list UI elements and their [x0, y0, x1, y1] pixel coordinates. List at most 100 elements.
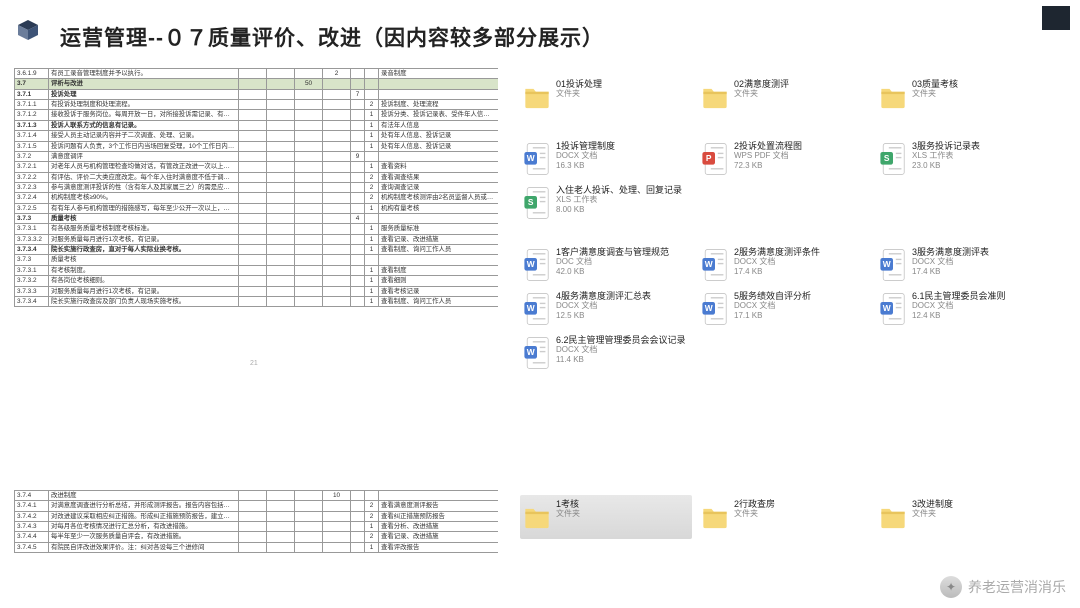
table-cell: [323, 542, 351, 552]
file-type: XLS 工作表: [556, 195, 682, 204]
table-cell: 1: [365, 224, 379, 234]
table-cell: [365, 255, 379, 265]
table-cell: 1: [365, 203, 379, 213]
file-type: DOCX 文档: [556, 301, 651, 310]
file-type: XLS 工作表: [912, 151, 980, 160]
table-cell: 1: [365, 141, 379, 151]
file-item[interactable]: P2投诉处置流程图WPS PDF 文档72.3 KB: [698, 137, 870, 181]
table-cell: 查看制度: [379, 265, 499, 275]
table-cell: [323, 276, 351, 286]
table-cell: [351, 234, 365, 244]
table-cell: [295, 120, 323, 130]
file-icon: W: [522, 141, 552, 177]
table-cell: 对老年人员与机构管理检查均做对话，有管改正改进一次以上，有记录。: [49, 162, 239, 172]
table-row: 3.7.2.3参与满意度测评投诉的性（含有年人及其家属三之）的需是应比例过≥65…: [15, 182, 499, 192]
file-type: 文件夹: [556, 89, 602, 98]
file-item[interactable]: S入住老人投诉、处理、回复记录XLS 工作表8.00 KB: [520, 181, 692, 225]
table-row: 3.7.1.2接收投诉于服务岗位。每周开放一日，对所接投诉需记录、有记录。1投诉…: [15, 110, 499, 120]
table-cell: 3.7.4.1: [15, 501, 49, 511]
table-cell: [295, 234, 323, 244]
table-cell: 3.7.1.5: [15, 141, 49, 151]
table-cell: 7: [351, 89, 365, 99]
folder-item[interactable]: 01投诉处理文件夹: [520, 75, 692, 119]
file-item[interactable]: W2服务满意度测评条件DOCX 文档17.4 KB: [698, 243, 870, 287]
table-cell: [323, 89, 351, 99]
table-cell: [239, 162, 267, 172]
table-cell: [323, 255, 351, 265]
table-cell: [295, 542, 323, 552]
table-cell: [239, 214, 267, 224]
table-cell: 3.6.1.9: [15, 69, 49, 79]
table-cell: 投诉人联系方式的信息有记录。: [49, 120, 239, 130]
table-cell: [239, 491, 267, 501]
file-type: DOCX 文档: [556, 151, 615, 160]
file-size: 8.00 KB: [556, 205, 682, 214]
table-cell: 接收投诉于服务岗位。每周开放一日，对所接投诉需记录、有记录。: [49, 110, 239, 120]
table-row: 3.7.1.3投诉人联系方式的信息有记录。1有法年人信息: [15, 120, 499, 130]
table-cell: [267, 511, 295, 521]
table-cell: [351, 286, 365, 296]
table-cell: [267, 276, 295, 286]
table-cell: 1: [365, 522, 379, 532]
table-cell: [295, 89, 323, 99]
file-type: DOCX 文档: [912, 301, 1006, 310]
table-cell: [239, 100, 267, 110]
table-cell: [379, 89, 499, 99]
file-name: 2行政查房: [734, 499, 775, 509]
table-cell: 1: [365, 542, 379, 552]
table-cell: [239, 172, 267, 182]
table-cell: [267, 172, 295, 182]
file-item[interactable]: W5服务绩效自评分析DOCX 文档17.1 KB: [698, 287, 870, 331]
table-cell: 2: [365, 193, 379, 203]
table-cell: [295, 265, 323, 275]
table-cell: 3.7.4: [15, 491, 49, 501]
file-item[interactable]: W4服务满意度测评汇总表DOCX 文档12.5 KB: [520, 287, 692, 331]
folder-item[interactable]: 1考核文件夹: [520, 495, 692, 539]
table-cell: 2: [365, 532, 379, 542]
file-item[interactable]: W6.2民主管理管理委员会会议记录DOCX 文档11.4 KB: [520, 331, 692, 375]
table-cell: [323, 501, 351, 511]
file-item[interactable]: W1客户满意度调查与管理规范DOC 文档42.0 KB: [520, 243, 692, 287]
table-cell: [295, 100, 323, 110]
table-cell: [365, 89, 379, 99]
table-row: 3.7.2.5有有年人参与机构管理的措施感写，每年至少公开一次以上，有记录。1机…: [15, 203, 499, 213]
folder-item[interactable]: 03质量考核文件夹: [876, 75, 1048, 119]
file-item[interactable]: W6.1民主管理委员会准则DOCX 文档12.4 KB: [876, 287, 1048, 331]
table-cell: [267, 110, 295, 120]
file-type: DOCX 文档: [734, 301, 811, 310]
table-cell: [323, 511, 351, 521]
table-cell: [239, 501, 267, 511]
svg-text:S: S: [884, 153, 890, 163]
folder-item[interactable]: 3改进制度文件夹: [876, 495, 1048, 539]
table-row: 3.6.1.9有员工录音管理制度并予以执行。2录音制度: [15, 69, 499, 79]
file-icon: W: [700, 247, 730, 283]
file-item[interactable]: W1投诉管理制度DOCX 文档16.3 KB: [520, 137, 692, 181]
table-cell: 2: [365, 100, 379, 110]
table-cell: [295, 214, 323, 224]
table-cell: 3.7.3: [15, 214, 49, 224]
table-cell: [239, 511, 267, 521]
file-icon: S: [878, 141, 908, 177]
file-name: 3服务满意度测评表: [912, 247, 989, 257]
table-cell: 1: [365, 245, 379, 255]
table-cell: [379, 214, 499, 224]
file-item[interactable]: W3服务满意度测评表DOCX 文档17.4 KB: [876, 243, 1048, 287]
table-row: 3.7.1.4接受人员主动记录内容并子二次调查、处理、记录。1处有年人信息、投诉…: [15, 131, 499, 141]
table-cell: [239, 265, 267, 275]
table-cell: [267, 286, 295, 296]
folder-item[interactable]: 02满意度测评文件夹: [698, 75, 870, 119]
table-cell: 3.7.3.3.2: [15, 234, 49, 244]
file-item[interactable]: S3服务投诉记录表XLS 工作表23.0 KB: [876, 137, 1048, 181]
file-name: 入住老人投诉、处理、回复记录: [556, 185, 682, 195]
table-cell: 3.7.2.3: [15, 182, 49, 192]
table-cell: [323, 214, 351, 224]
table-cell: [267, 162, 295, 172]
file-type: DOC 文档: [556, 257, 669, 266]
folder-icon: [700, 79, 730, 115]
table-cell: 3.7.1: [15, 89, 49, 99]
svg-text:W: W: [527, 259, 535, 269]
watermark: ✦ 养老运营消消乐: [940, 576, 1066, 598]
folder-item[interactable]: 2行政查房文件夹: [698, 495, 870, 539]
table-cell: 3.7.2: [15, 151, 49, 161]
table-cell: [239, 296, 267, 306]
